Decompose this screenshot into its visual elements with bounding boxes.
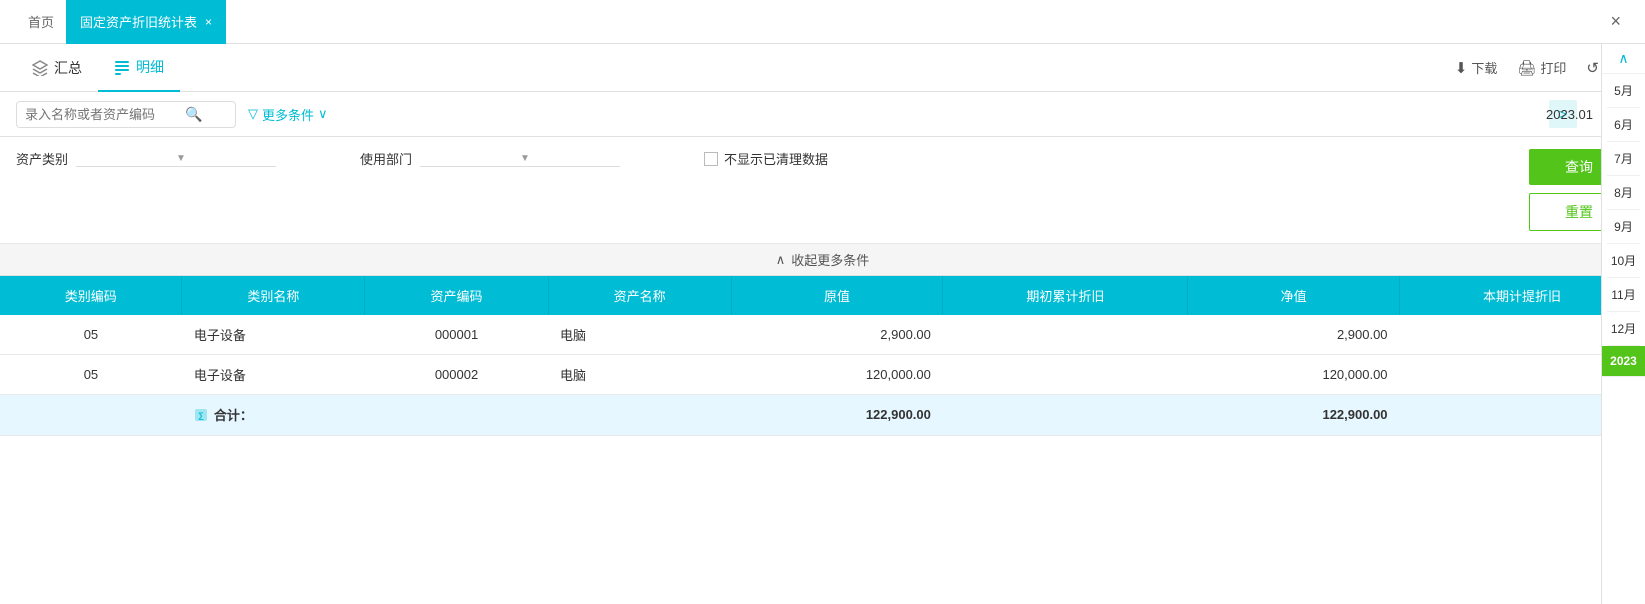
col-asset-code: 资产编码: [365, 276, 548, 315]
print-label: 打印: [1540, 58, 1566, 77]
window-close-btn[interactable]: ×: [1602, 11, 1629, 32]
refresh-icon: ↺: [1586, 59, 1599, 77]
cell-asset-name: 电脑: [548, 315, 731, 355]
data-table-wrap: 类别编码 类别名称 资产编码 资产名称 原值 期初累计折旧 净值 本期计提折旧 …: [0, 276, 1645, 604]
more-filter-btn[interactable]: ▽ 更多条件 ∨: [248, 105, 328, 124]
no-cleared-checkbox[interactable]: [704, 152, 718, 166]
cell-asset-code: 000001: [365, 315, 548, 355]
sidebar-month-item[interactable]: 9月: [1607, 210, 1640, 244]
sidebar-month-item[interactable]: 7月: [1607, 142, 1640, 176]
top-nav: 首页 固定资产折旧统计表 × ×: [0, 0, 1645, 44]
tab-label: 固定资产折旧统计表: [80, 12, 197, 31]
col-category-code: 类别编码: [0, 276, 182, 315]
search-input-wrap[interactable]: 🔍: [16, 101, 236, 128]
print-icon: 🖨: [1517, 59, 1536, 77]
filter-fields: 资产类别 ▼ 使用部门 ▼ 不显示已清理数据: [16, 149, 1509, 168]
layers-icon: [32, 60, 48, 76]
tab-summary[interactable]: 汇总: [16, 44, 98, 92]
sidebar-month-item[interactable]: 11月: [1607, 278, 1640, 312]
tab-detail-label: 明细: [136, 57, 164, 77]
search-icon[interactable]: 🔍: [185, 106, 202, 123]
cell-net-value: 120,000.00: [1188, 355, 1400, 395]
download-label: 下载: [1471, 58, 1497, 77]
col-accum-depreciation: 期初累计折旧: [943, 276, 1188, 315]
svg-text:∑: ∑: [198, 411, 204, 420]
tab-close-btn[interactable]: ×: [205, 15, 212, 29]
cell-original-value: 2,900.00: [731, 315, 943, 355]
table-row: 05 电子设备 000002 电脑 120,000.00 120,000.00: [0, 355, 1645, 395]
data-table: 类别编码 类别名称 资产编码 资产名称 原值 期初累计折旧 净值 本期计提折旧 …: [0, 276, 1645, 436]
total-label: ∑ 合计：: [182, 395, 731, 436]
chevron-up-icon: ∧: [776, 252, 786, 268]
sidebar-month-item[interactable]: 5月: [1607, 74, 1640, 108]
use-dept-label: 使用部门: [360, 149, 412, 168]
search-bar: 🔍 ▽ 更多条件 ∨ > 2023.01: [0, 92, 1645, 137]
cell-asset-name: 电脑: [548, 355, 731, 395]
total-accum-depreciation: [943, 395, 1188, 436]
cell-asset-code: 000002: [365, 355, 548, 395]
no-cleared-field: 不显示已清理数据: [704, 149, 828, 168]
search-input[interactable]: [25, 107, 185, 122]
use-dept-field: 使用部门 ▼: [360, 149, 620, 168]
col-original-value: 原值: [731, 276, 943, 315]
cell-category-code: 05: [0, 355, 182, 395]
asset-category-select[interactable]: ▼: [76, 151, 276, 167]
home-nav[interactable]: 首页: [16, 12, 66, 31]
filter-area: 资产类别 ▼ 使用部门 ▼ 不显示已清理数据 查询 重置: [0, 137, 1645, 244]
cell-net-value: 2,900.00: [1188, 315, 1400, 355]
use-dept-select[interactable]: ▼: [420, 151, 620, 167]
asset-category-label: 资产类别: [16, 149, 68, 168]
list-icon: [114, 59, 130, 75]
sidebar-scroll-up[interactable]: ∧: [1602, 44, 1645, 74]
active-tab[interactable]: 固定资产折旧统计表 ×: [66, 0, 226, 44]
right-sidebar: ∧ 5月6月7月8月9月10月11月12月 2023: [1601, 44, 1645, 604]
dropdown-arrow-icon: ▼: [176, 153, 272, 164]
collapse-more-btn[interactable]: ∧ 收起更多条件: [0, 244, 1645, 276]
sidebar-month-item[interactable]: 10月: [1607, 244, 1640, 278]
download-icon: ⬇: [1455, 59, 1468, 77]
print-btn[interactable]: 🖨 打印: [1517, 58, 1566, 77]
cell-accum-depreciation: [943, 315, 1188, 355]
col-category-name: 类别名称: [182, 276, 365, 315]
asset-category-field: 资产类别 ▼: [16, 149, 276, 168]
sidebar-month-item[interactable]: 8月: [1607, 176, 1640, 210]
cell-accum-depreciation: [943, 355, 1188, 395]
download-btn[interactable]: ⬇ 下载: [1455, 58, 1498, 77]
date-label: 2023.01: [1546, 107, 1593, 122]
filter-icon: ▽: [248, 106, 258, 122]
col-asset-name: 资产名称: [548, 276, 731, 315]
cell-original-value: 120,000.00: [731, 355, 943, 395]
sidebar-month-item[interactable]: 12月: [1607, 312, 1640, 346]
table-row: 05 电子设备 000001 电脑 2,900.00 2,900.00: [0, 315, 1645, 355]
cell-category-name: 电子设备: [182, 355, 365, 395]
total-net-value: 122,900.00: [1188, 395, 1400, 436]
table-header-row: 类别编码 类别名称 资产编码 资产名称 原值 期初累计折旧 净值 本期计提折旧: [0, 276, 1645, 315]
col-net-value: 净值: [1188, 276, 1400, 315]
total-row: ∑ 合计： 122,900.00 122,900.00: [0, 395, 1645, 436]
cell-category-code: 05: [0, 315, 182, 355]
filter-row-1: 资产类别 ▼ 使用部门 ▼ 不显示已清理数据: [16, 149, 1509, 168]
total-original-value: 122,900.00: [731, 395, 943, 436]
collapse-label: 收起更多条件: [791, 250, 869, 269]
sub-tabs-bar: 汇总 明细 ⬇ 下载 🖨 打印 ↺ 刷新: [0, 44, 1645, 92]
year-badge[interactable]: 2023: [1602, 346, 1645, 377]
tab-summary-label: 汇总: [54, 58, 82, 78]
no-cleared-label: 不显示已清理数据: [724, 149, 828, 168]
dropdown-arrow-2-icon: ▼: [520, 153, 616, 164]
chevron-down-icon: ∨: [318, 106, 328, 122]
cell-category-name: 电子设备: [182, 315, 365, 355]
tab-detail[interactable]: 明细: [98, 44, 180, 92]
more-filter-label: 更多条件: [262, 105, 314, 124]
sidebar-month-item[interactable]: 6月: [1607, 108, 1640, 142]
